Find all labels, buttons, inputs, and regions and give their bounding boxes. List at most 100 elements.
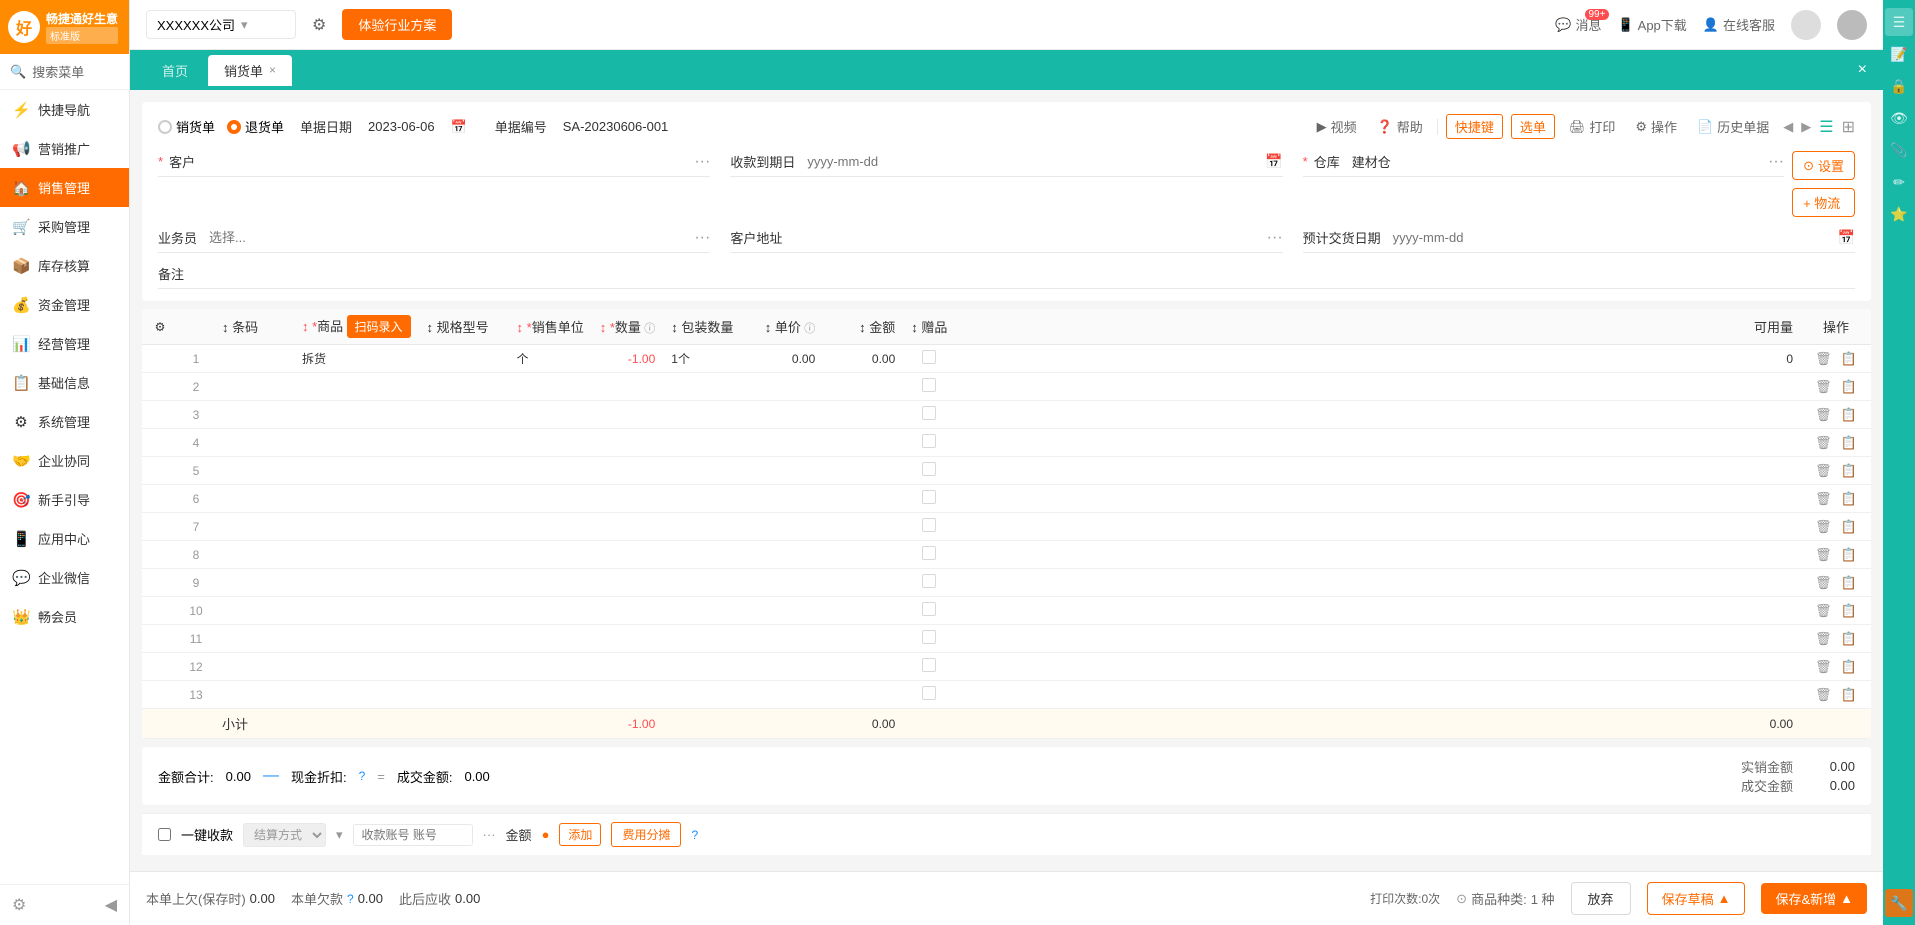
row-pkg-cell[interactable] — [663, 681, 743, 709]
row-delete-icon[interactable]: 🗑 — [1815, 575, 1832, 590]
tab-sales-order[interactable]: 销货单 × — [208, 55, 292, 86]
row-copy-icon[interactable]: 📋 — [1841, 603, 1857, 618]
row-amount-cell[interactable] — [823, 401, 903, 429]
row-pkg-cell[interactable] — [663, 485, 743, 513]
avatar[interactable] — [1791, 10, 1821, 40]
right-sidebar-list-btn[interactable]: ☰ — [1885, 8, 1913, 36]
row-delete-icon[interactable]: 🗑 — [1815, 547, 1832, 562]
row-remark-cell[interactable] — [955, 373, 1741, 401]
arrears-info-icon[interactable]: ? — [347, 892, 354, 906]
col-settings-header[interactable]: ⚙ — [142, 309, 178, 345]
row-delete-icon[interactable]: 🗑 — [1815, 519, 1832, 534]
row-spec-cell[interactable] — [419, 485, 509, 513]
row-product-cell[interactable] — [294, 429, 419, 457]
nav-prev-icon[interactable]: ◀ — [1783, 119, 1793, 135]
row-remark-cell[interactable] — [955, 681, 1741, 709]
row-spec-cell[interactable] — [419, 569, 509, 597]
add-payment-button[interactable]: 添加 — [559, 823, 601, 846]
row-price-cell[interactable] — [743, 625, 823, 653]
scan-button[interactable]: 扫码录入 — [347, 315, 411, 338]
row-barcode-cell[interactable] — [214, 457, 294, 485]
sidebar-item-enterprise[interactable]: 🤝 企业协同 — [0, 441, 129, 480]
sidebar-item-wechat[interactable]: 💬 企业微信 — [0, 558, 129, 597]
row-unit-cell[interactable] — [509, 569, 592, 597]
row-unit-cell[interactable] — [509, 653, 592, 681]
row-spec-cell[interactable] — [419, 401, 509, 429]
row-copy-icon[interactable]: 📋 — [1841, 351, 1857, 366]
col-avail-header[interactable]: 可用量 — [1741, 309, 1801, 345]
row-barcode-cell[interactable] — [214, 345, 294, 373]
row-amount-cell[interactable] — [823, 569, 903, 597]
tab-close-icon[interactable]: × — [269, 63, 276, 77]
gift-checkbox[interactable] — [922, 406, 936, 420]
row-copy-icon[interactable]: 📋 — [1841, 519, 1857, 534]
gift-checkbox[interactable] — [922, 602, 936, 616]
row-amount-cell[interactable] — [823, 625, 903, 653]
avatar2[interactable] — [1837, 10, 1867, 40]
col-pkg-header[interactable]: ↕ 包装数量 — [663, 309, 743, 345]
row-qty-cell[interactable]: -1.00 — [592, 345, 664, 373]
customer-address-input[interactable] — [788, 227, 1260, 248]
row-remark-cell[interactable] — [955, 625, 1741, 653]
expense-info-icon[interactable]: ? — [691, 828, 698, 842]
row-remark-cell[interactable] — [955, 541, 1741, 569]
row-spec-cell[interactable] — [419, 541, 509, 569]
row-spec-cell[interactable] — [419, 625, 509, 653]
payment-due-calendar-icon[interactable]: 📅 — [1265, 153, 1282, 170]
col-barcode-header[interactable]: ↕ 条码 — [214, 309, 294, 345]
row-qty-cell[interactable] — [592, 597, 664, 625]
row-product-cell[interactable] — [294, 569, 419, 597]
row-copy-icon[interactable]: 📋 — [1841, 407, 1857, 422]
row-barcode-cell[interactable] — [214, 429, 294, 457]
address-more-icon[interactable]: ··· — [1267, 229, 1283, 247]
row-gift-cell[interactable] — [903, 485, 955, 513]
row-product-cell[interactable] — [294, 401, 419, 429]
row-remark-cell[interactable] — [955, 429, 1741, 457]
row-pkg-cell[interactable] — [663, 457, 743, 485]
row-spec-cell[interactable] — [419, 345, 509, 373]
account-more-icon[interactable]: ··· — [483, 827, 496, 842]
save-new-button[interactable]: 保存&新增 ▲ — [1761, 883, 1867, 914]
row-pkg-cell[interactable] — [663, 597, 743, 625]
row-copy-icon[interactable]: 📋 — [1841, 463, 1857, 478]
form-settings-button[interactable]: ⊙ ⊙ 设置 设置 — [1792, 151, 1855, 180]
row-unit-cell[interactable] — [509, 485, 592, 513]
row-qty-cell[interactable] — [592, 401, 664, 429]
row-gift-cell[interactable] — [903, 401, 955, 429]
payment-method-select[interactable]: 结算方式 — [243, 823, 326, 847]
row-gift-cell[interactable] — [903, 541, 955, 569]
expense-split-button[interactable]: 费用分摊 — [611, 822, 681, 847]
row-amount-cell[interactable] — [823, 373, 903, 401]
row-pkg-cell[interactable] — [663, 513, 743, 541]
row-product-cell[interactable] — [294, 373, 419, 401]
row-delete-icon[interactable]: 🗑 — [1815, 463, 1832, 478]
save-draft-button[interactable]: 保存草稿 ▲ — [1647, 882, 1746, 915]
row-product-cell[interactable] — [294, 457, 419, 485]
row-barcode-cell[interactable] — [214, 401, 294, 429]
right-sidebar-star-btn[interactable]: ⭐ — [1885, 200, 1913, 228]
gift-checkbox[interactable] — [922, 518, 936, 532]
view-grid-icon[interactable]: ⊞ — [1842, 117, 1855, 137]
print-btn[interactable]: 🖨 打印 — [1563, 115, 1622, 138]
online-service-button[interactable]: 👤 在线客服 — [1703, 15, 1775, 34]
row-remark-cell[interactable] — [955, 457, 1741, 485]
row-delete-icon[interactable]: 🗑 — [1815, 435, 1832, 450]
expected-date-calendar-icon[interactable]: 📅 — [1838, 229, 1855, 246]
right-sidebar-attach-btn[interactable]: 📎 — [1885, 136, 1913, 164]
salesperson-more-icon[interactable]: ··· — [694, 229, 710, 247]
row-price-cell[interactable] — [743, 373, 823, 401]
row-delete-icon[interactable]: 🗑 — [1815, 491, 1832, 506]
row-copy-icon[interactable]: 📋 — [1841, 631, 1857, 646]
col-amount-header[interactable]: ↕ 金额 — [823, 309, 903, 345]
sidebar-search[interactable]: 🔍 搜索菜单 — [0, 54, 129, 90]
row-product-cell[interactable] — [294, 625, 419, 653]
col-gift-header[interactable]: ↕ 赠品 — [903, 309, 955, 345]
product-type-icon[interactable]: ⊙ — [1456, 891, 1467, 907]
sidebar-item-inventory[interactable]: 📦 库存核算 — [0, 246, 129, 285]
price-info-icon[interactable]: ⓘ — [804, 323, 815, 335]
warehouse-more-icon[interactable]: ··· — [1768, 153, 1784, 171]
tab-home[interactable]: 首页 — [146, 55, 204, 86]
tab-close-main-icon[interactable]: × — [1858, 61, 1867, 79]
row-gift-cell[interactable] — [903, 429, 955, 457]
row-barcode-cell[interactable] — [214, 653, 294, 681]
